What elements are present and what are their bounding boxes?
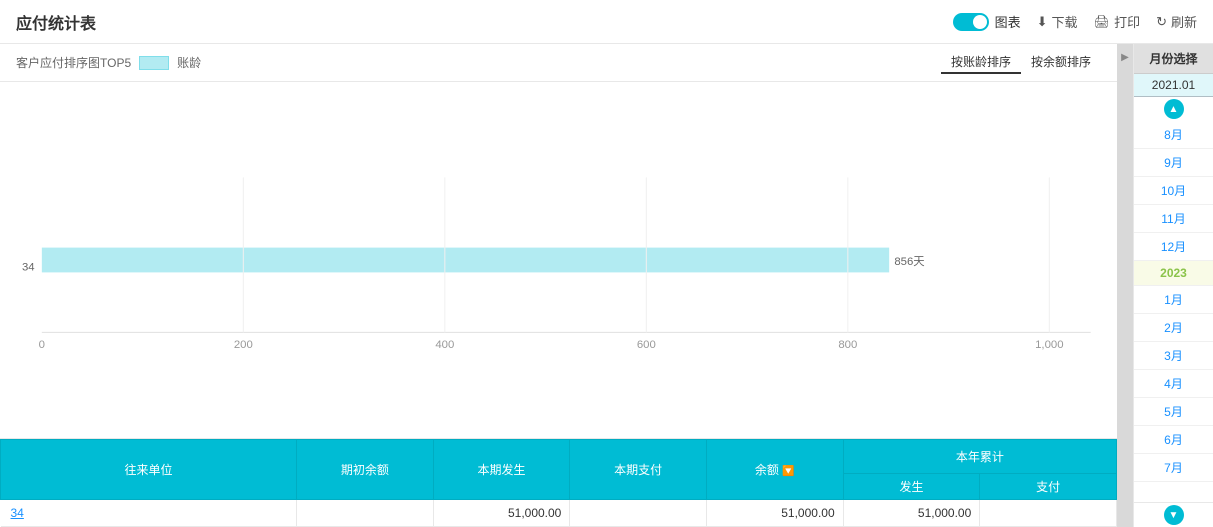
- chart-legend: 客户应付排序图TOP5 账龄: [16, 54, 201, 71]
- refresh-button[interactable]: ↻ 刷新: [1156, 12, 1197, 31]
- sort-by-balance-button[interactable]: 按账龄排序: [941, 51, 1021, 74]
- cell-balance: 51,000.00: [707, 500, 844, 527]
- print-icon: 🖨: [1094, 14, 1111, 30]
- sidebar-nav-down: ▼: [1134, 502, 1213, 527]
- chart-canvas: 34 856天 0 200 400 600 800 1,000: [0, 82, 1117, 438]
- col-header-current-occ: 本期发生: [433, 440, 570, 500]
- cell-unit: 34: [1, 500, 297, 527]
- refresh-icon: ↻: [1156, 14, 1167, 30]
- header-actions: 图表 ⬇ 下载 🖨 打印 ↻ 刷新: [953, 12, 1197, 31]
- month-item-12[interactable]: 12月: [1134, 233, 1213, 261]
- sort-by-amount-button[interactable]: 按余额排序: [1021, 51, 1101, 74]
- table-wrap: 往来单位 期初余额 本期发生 本期支付 余额 🔽 本年累计: [0, 439, 1117, 527]
- month-item-7[interactable]: 7月: [1134, 454, 1213, 482]
- y-axis-label: 34: [22, 261, 35, 273]
- legend-box: [139, 56, 169, 70]
- table-area: 往来单位 期初余额 本期发生 本期支付 余额 🔽 本年累计: [0, 438, 1117, 527]
- sidebar: 月份选择 2021.01 ▲ 8月 9月 10月 11月 12月 2023 1月…: [1133, 44, 1213, 527]
- month-item-10[interactable]: 10月: [1134, 177, 1213, 205]
- balance-filter-icon[interactable]: 🔽: [782, 466, 794, 477]
- col-header-current-pay: 本期支付: [570, 440, 707, 500]
- svg-text:800: 800: [838, 339, 857, 351]
- col-header-ytd: 本年累计: [843, 440, 1116, 474]
- sidebar-months: 8月 9月 10月 11月 12月 2023 1月 2月 3月 4月 5月 6月…: [1134, 121, 1213, 502]
- month-item-2[interactable]: 2月: [1134, 314, 1213, 342]
- table-row: 34 51,000.00 51,000.00 51,000.00: [1, 500, 1117, 527]
- month-item-3[interactable]: 3月: [1134, 342, 1213, 370]
- legend-text: 客户应付排序图TOP5: [16, 54, 131, 71]
- nav-down-button[interactable]: ▼: [1164, 505, 1184, 525]
- month-item-5[interactable]: 5月: [1134, 398, 1213, 426]
- svg-text:200: 200: [234, 339, 253, 351]
- chart-toggle[interactable]: [953, 13, 989, 31]
- refresh-label: 刷新: [1171, 12, 1197, 31]
- chart-svg: 34 856天 0 200 400 600 800 1,000: [16, 92, 1101, 428]
- sidebar-year-input[interactable]: 2021.01: [1134, 74, 1213, 97]
- col-header-balance: 余额 🔽: [707, 440, 844, 500]
- cell-current-pay: [570, 500, 707, 527]
- sidebar-nav-up: ▲: [1134, 97, 1213, 121]
- chart-header: 客户应付排序图TOP5 账龄 按账龄排序 按余额排序: [0, 44, 1117, 82]
- svg-text:1,000: 1,000: [1035, 339, 1063, 351]
- month-item-11[interactable]: 11月: [1134, 205, 1213, 233]
- cell-opening: [297, 500, 434, 527]
- sidebar-header: 月份选择: [1134, 44, 1213, 74]
- cell-ytd-pay: [980, 500, 1117, 527]
- nav-up-button[interactable]: ▲: [1164, 99, 1184, 119]
- year-label-2023: 2023: [1134, 261, 1213, 286]
- month-item-1[interactable]: 1月: [1134, 286, 1213, 314]
- print-button[interactable]: 🖨 打印: [1094, 12, 1141, 31]
- unit-link[interactable]: 34: [11, 506, 24, 520]
- month-item-6[interactable]: 6月: [1134, 426, 1213, 454]
- sort-buttons: 按账龄排序 按余额排序: [941, 51, 1101, 74]
- svg-text:600: 600: [637, 339, 656, 351]
- chart-toggle-wrap[interactable]: 图表: [953, 12, 1021, 31]
- cell-current-occ: 51,000.00: [433, 500, 570, 527]
- chart-area: 客户应付排序图TOP5 账龄 按账龄排序 按余额排序 34 856天: [0, 44, 1117, 527]
- chart-bar: [42, 248, 889, 273]
- col-sub-ytd-pay: 支付: [980, 474, 1117, 500]
- download-button[interactable]: ⬇ 下载: [1037, 12, 1078, 31]
- download-label: 下载: [1052, 12, 1078, 31]
- sidebar-collapse-arrow[interactable]: ▶: [1117, 44, 1133, 527]
- chart-toggle-label: 图表: [995, 12, 1021, 31]
- col-sub-ytd-occ: 发生: [843, 474, 980, 500]
- page-title: 应付统计表: [16, 10, 96, 34]
- page-header: 应付统计表 图表 ⬇ 下载 🖨 打印 ↻ 刷新: [0, 0, 1213, 44]
- print-label: 打印: [1114, 12, 1140, 31]
- month-item-9[interactable]: 9月: [1134, 149, 1213, 177]
- col-header-opening: 期初余额: [297, 440, 434, 500]
- col-header-unit: 往来单位: [1, 440, 297, 500]
- month-item-8[interactable]: 8月: [1134, 121, 1213, 149]
- svg-text:0: 0: [39, 339, 45, 351]
- legend-item-label: 账龄: [177, 54, 201, 71]
- download-icon: ⬇: [1037, 14, 1048, 30]
- month-item-4[interactable]: 4月: [1134, 370, 1213, 398]
- main-content: 客户应付排序图TOP5 账龄 按账龄排序 按余额排序 34 856天: [0, 44, 1213, 527]
- main-table: 往来单位 期初余额 本期发生 本期支付 余额 🔽 本年累计: [0, 439, 1117, 527]
- cell-ytd-occ: 51,000.00: [843, 500, 980, 527]
- bar-end-label: 856天: [894, 256, 924, 268]
- svg-text:400: 400: [435, 339, 454, 351]
- table-header-row: 往来单位 期初余额 本期发生 本期支付 余额 🔽 本年累计: [1, 440, 1117, 474]
